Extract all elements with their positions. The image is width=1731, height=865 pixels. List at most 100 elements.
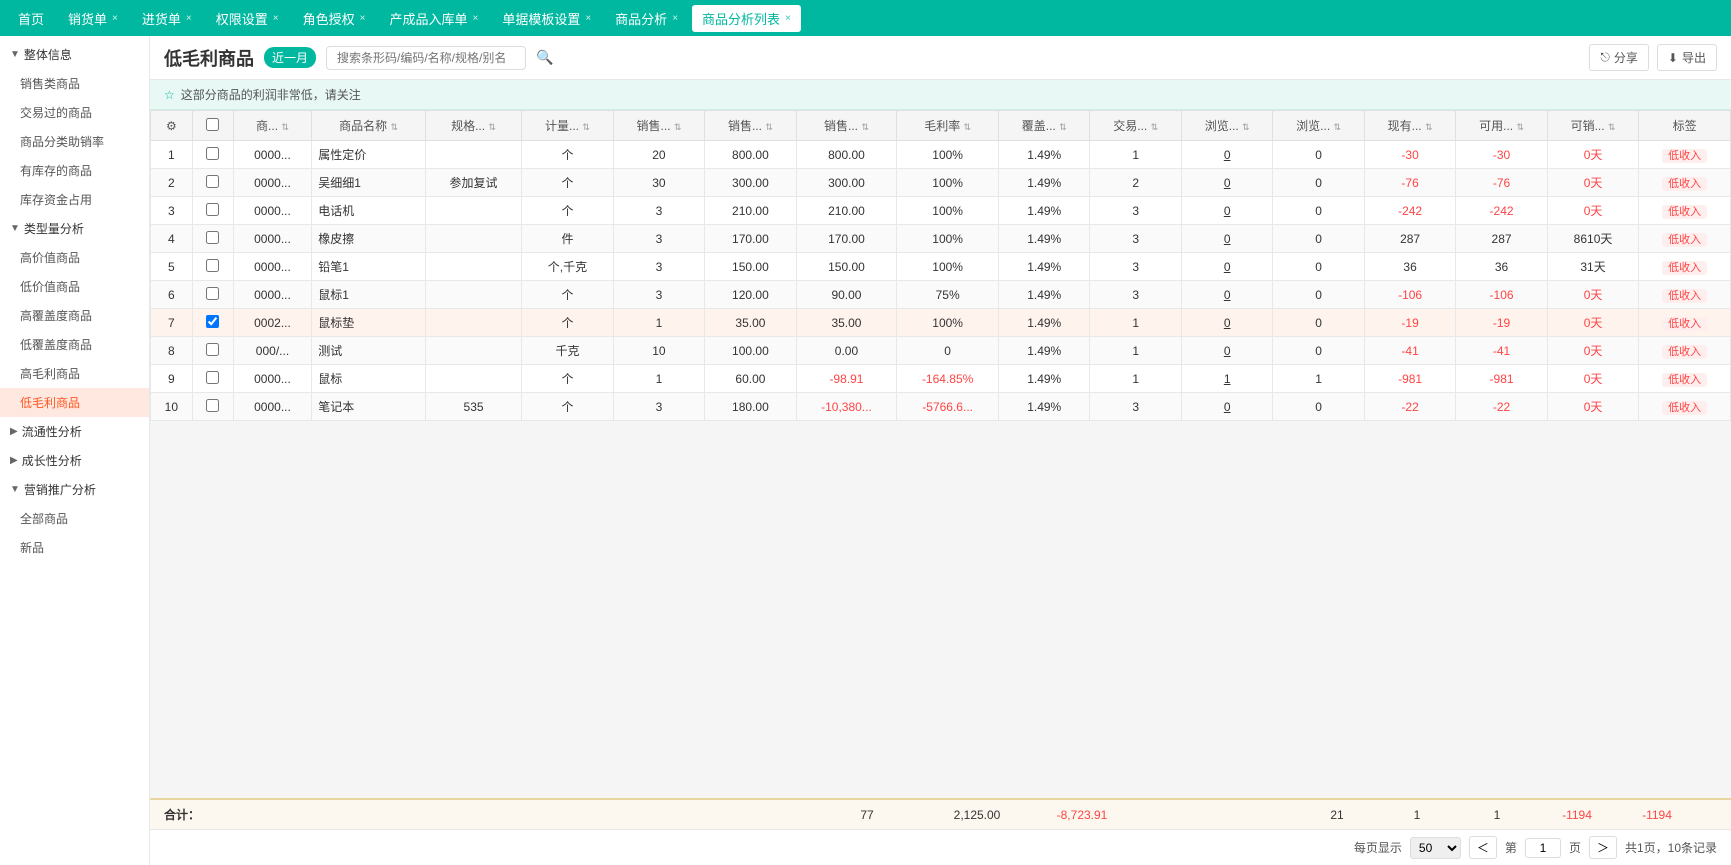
share-button[interactable]: ⎋ 分享 (1589, 44, 1649, 71)
col-stock-avail-header[interactable]: 可用... ⇅ (1456, 111, 1547, 141)
row-checkbox[interactable] (206, 231, 219, 244)
col-stock-sale-header[interactable]: 可销... ⇅ (1547, 111, 1638, 141)
row-name[interactable]: 鼠标垫 (312, 309, 426, 337)
row-checkbox[interactable] (206, 203, 219, 216)
row-checkbox-cell[interactable] (192, 365, 233, 393)
col-gross-rate-header[interactable]: 毛利率 ⇅ (897, 111, 999, 141)
row-checkbox-cell[interactable] (192, 393, 233, 421)
row-checkbox-cell[interactable] (192, 141, 233, 169)
row-name[interactable]: 电话机 (312, 197, 426, 225)
row-name[interactable]: 测试 (312, 337, 426, 365)
export-button[interactable]: ⬇ 导出 (1657, 44, 1717, 71)
row-browse1[interactable]: 0 (1181, 309, 1272, 337)
row-checkbox[interactable] (206, 399, 219, 412)
sidebar-item-stocked-goods[interactable]: 有库存的商品 (0, 156, 149, 185)
page-number-input[interactable] (1525, 838, 1561, 858)
row-checkbox[interactable] (206, 147, 219, 160)
sidebar-item-low-coverage[interactable]: 低覆盖度商品 (0, 330, 149, 359)
row-browse1[interactable]: 0 (1181, 197, 1272, 225)
row-name[interactable]: 笔记本 (312, 393, 426, 421)
nav-permission-settings[interactable]: 权限设置 × (206, 5, 289, 32)
row-browse1[interactable]: 0 (1181, 393, 1272, 421)
nav-role-auth[interactable]: 角色授权 × (293, 5, 376, 32)
row-browse1[interactable]: 0 (1181, 225, 1272, 253)
col-coverage-header[interactable]: 覆盖... ⇅ (998, 111, 1089, 141)
row-browse1[interactable]: 0 (1181, 141, 1272, 169)
col-sales-amt-header[interactable]: 销售... ⇅ (705, 111, 796, 141)
close-icon[interactable]: × (672, 13, 678, 24)
sidebar-item-category-sales-rate[interactable]: 商品分类助销率 (0, 127, 149, 156)
row-checkbox-cell[interactable] (192, 281, 233, 309)
close-icon[interactable]: × (785, 13, 791, 24)
col-browse1-header[interactable]: 浏览... ⇅ (1181, 111, 1272, 141)
sidebar-group-type-analysis[interactable]: ▼ 类型量分析 (0, 214, 149, 243)
close-icon[interactable]: × (273, 13, 279, 24)
row-checkbox[interactable] (206, 287, 219, 300)
sidebar-item-low-margin[interactable]: 低毛利商品 (0, 388, 149, 417)
close-icon[interactable]: × (186, 13, 192, 24)
col-name-header[interactable]: 商品名称 ⇅ (312, 111, 426, 141)
nav-sales-order[interactable]: 销货单 × (58, 5, 128, 32)
sidebar-item-traded-goods[interactable]: 交易过的商品 (0, 98, 149, 127)
nav-product-analysis-list[interactable]: 商品分析列表 × (692, 5, 801, 32)
nav-purchase-order[interactable]: 进货单 × (132, 5, 202, 32)
row-checkbox[interactable] (206, 175, 219, 188)
col-settings[interactable]: ⚙ (151, 111, 193, 141)
sidebar-group-growth[interactable]: ▶ 成长性分析 (0, 446, 149, 475)
row-name[interactable]: 铅笔1 (312, 253, 426, 281)
row-checkbox[interactable] (206, 343, 219, 356)
nav-home[interactable]: 首页 (8, 5, 54, 32)
col-checkbox[interactable] (192, 111, 233, 141)
col-stock-cur-header[interactable]: 现有... ⇅ (1364, 111, 1455, 141)
close-icon[interactable]: × (112, 13, 118, 24)
row-browse1[interactable]: 0 (1181, 281, 1272, 309)
row-browse1[interactable]: 0 (1181, 253, 1272, 281)
row-checkbox-cell[interactable] (192, 197, 233, 225)
row-checkbox-cell[interactable] (192, 169, 233, 197)
sidebar-item-sales-goods[interactable]: 销售类商品 (0, 69, 149, 98)
per-page-select[interactable]: 50 100 (1410, 837, 1461, 859)
search-input[interactable] (326, 46, 526, 70)
row-checkbox[interactable] (206, 371, 219, 384)
row-browse1[interactable]: 0 (1181, 169, 1272, 197)
col-tag-header[interactable]: 标签 (1639, 111, 1731, 141)
col-trade-header[interactable]: 交易... ⇅ (1090, 111, 1181, 141)
row-checkbox-cell[interactable] (192, 253, 233, 281)
row-browse1[interactable]: 1 (1181, 365, 1272, 393)
row-name[interactable]: 吴细细1 (312, 169, 426, 197)
row-checkbox[interactable] (206, 259, 219, 272)
next-page-button[interactable]: ＞ (1589, 836, 1617, 859)
close-icon[interactable]: × (472, 13, 478, 24)
row-checkbox[interactable] (206, 315, 219, 328)
date-range-badge[interactable]: 近一月 (264, 47, 316, 68)
row-name[interactable]: 鼠标 (312, 365, 426, 393)
row-name[interactable]: 属性定价 (312, 141, 426, 169)
row-checkbox-cell[interactable] (192, 309, 233, 337)
col-sales-profit-header[interactable]: 销售... ⇅ (796, 111, 897, 141)
row-checkbox-cell[interactable] (192, 225, 233, 253)
sidebar-item-high-margin[interactable]: 高毛利商品 (0, 359, 149, 388)
col-browse2-header[interactable]: 浏览... ⇅ (1273, 111, 1364, 141)
sidebar-item-new-goods[interactable]: 新品 (0, 533, 149, 562)
close-icon[interactable]: × (585, 13, 591, 24)
col-sales-qty-header[interactable]: 销售... ⇅ (613, 111, 704, 141)
sidebar-item-stock-capital[interactable]: 库存资金占用 (0, 185, 149, 214)
sidebar-item-low-value[interactable]: 低价值商品 (0, 272, 149, 301)
nav-product-analysis[interactable]: 商品分析 × (605, 5, 688, 32)
prev-page-button[interactable]: ＜ (1469, 836, 1497, 859)
sidebar-item-all-goods[interactable]: 全部商品 (0, 504, 149, 533)
col-code-header[interactable]: 商... ⇅ (233, 111, 312, 141)
row-name[interactable]: 橡皮擦 (312, 225, 426, 253)
row-name[interactable]: 鼠标1 (312, 281, 426, 309)
row-browse1[interactable]: 0 (1181, 337, 1272, 365)
search-icon[interactable]: 🔍 (536, 49, 553, 66)
sidebar-group-circulation[interactable]: ▶ 流通性分析 (0, 417, 149, 446)
nav-product-stock[interactable]: 产成品入库单 × (379, 5, 488, 32)
sidebar-item-high-coverage[interactable]: 高覆盖度商品 (0, 301, 149, 330)
sidebar-item-high-value[interactable]: 高价值商品 (0, 243, 149, 272)
col-spec-header[interactable]: 规格... ⇅ (425, 111, 521, 141)
sidebar-group-overall[interactable]: ▼ 整体信息 (0, 40, 149, 69)
select-all-checkbox[interactable] (206, 118, 219, 131)
close-icon[interactable]: × (360, 13, 366, 24)
row-checkbox-cell[interactable] (192, 337, 233, 365)
